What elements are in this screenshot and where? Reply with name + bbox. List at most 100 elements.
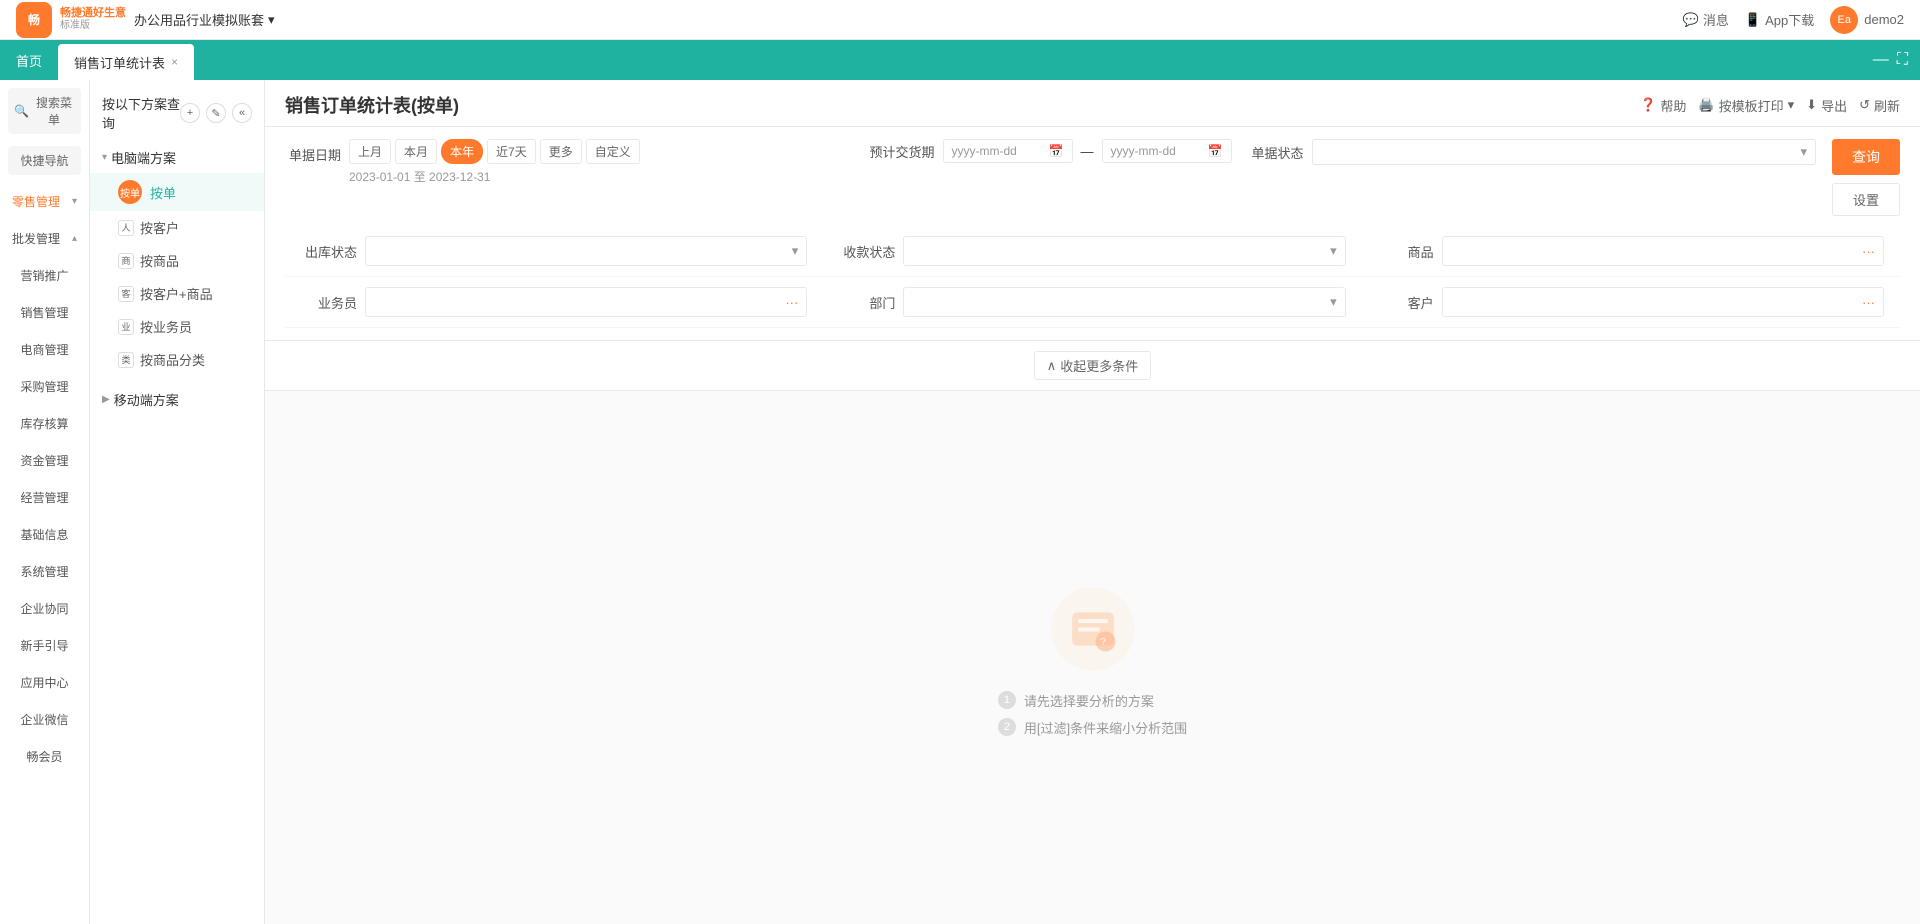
print-btn[interactable]: 🖨️ 按模板打印 ▾ <box>1698 96 1794 115</box>
pc-scheme-section: ▾ 电脑端方案 按单 按单 人 按客户 商 按商品 客 按客户+商品 <box>90 138 264 380</box>
delivery-label: 出库状态 <box>301 242 357 261</box>
pc-section-header[interactable]: ▾ 电脑端方案 <box>90 142 264 173</box>
empty-state: ? 1 请先选择要分析的方案 2 用[过滤]条件来缩小分析范围 <box>265 391 1920 924</box>
expected-date-end[interactable]: yyyy-mm-dd 📅 <box>1102 139 1232 163</box>
collapse-scheme-btn[interactable]: « <box>232 103 252 123</box>
customer-input[interactable]: ··· <box>1442 287 1884 317</box>
sidebar-inventory-label: 库存核算 <box>20 415 68 432</box>
sidebar-operations-label: 经营管理 <box>20 489 68 506</box>
goods-label: 商品 <box>1378 242 1434 261</box>
tab-bar: 首页 销售订单统计表 × — ⛶ <box>0 40 1920 80</box>
sidebar-item-inventory[interactable]: 库存核算 <box>0 405 89 442</box>
message-btn[interactable]: 💬 消息 <box>1683 10 1729 29</box>
app-download-btn[interactable]: 📱 App下载 <box>1745 10 1814 29</box>
scheme-item-by-goods[interactable]: 商 按商品 <box>90 244 264 277</box>
scheme-item-by-customer-goods[interactable]: 客 按客户+商品 <box>90 277 264 310</box>
sidebar-item-retail[interactable]: 零售管理 ▾ <box>0 183 89 220</box>
tab-close-btn[interactable]: × <box>171 55 178 69</box>
search-menu-btn[interactable]: 🔍 搜索菜单 <box>8 88 81 134</box>
export-btn[interactable]: ⬇ 导出 <box>1806 96 1847 115</box>
user-name: demo2 <box>1864 12 1904 27</box>
sidebar-item-sales[interactable]: 销售管理 <box>0 294 89 331</box>
quick-nav-btn[interactable]: 快捷导航 <box>8 146 81 175</box>
chevron-down-icon: ▾ <box>792 243 799 259</box>
expand-icon: ▶ <box>102 394 110 405</box>
status-arrow-icon: ▾ <box>1800 144 1807 160</box>
edit-scheme-btn[interactable]: ✎ <box>206 103 226 123</box>
window-maximize-btn[interactable]: ⛶ <box>1897 51 1908 69</box>
tab-home[interactable]: 首页 <box>0 40 58 80</box>
window-minimize-btn[interactable]: — <box>1873 51 1889 69</box>
scheme-goods-icon: 商 <box>118 253 134 269</box>
date-custom-btn[interactable]: 自定义 <box>586 139 640 164</box>
date-this-year-btn[interactable]: 本年 <box>441 139 483 164</box>
status-select[interactable]: ▾ <box>1312 139 1817 165</box>
help-btn[interactable]: ❓ 帮助 <box>1640 96 1686 115</box>
sidebar-item-system[interactable]: 系统管理 <box>0 553 89 590</box>
sidebar-item-cooperation[interactable]: 企业协同 <box>0 590 89 627</box>
app-subtitle: 标准版 <box>60 20 126 32</box>
date-last-month-btn[interactable]: 上月 <box>349 139 391 164</box>
sidebar: 🔍 搜索菜单 快捷导航 零售管理 ▾ 批发管理 ▴ 营销推广 销售管理 电商管理… <box>0 80 90 924</box>
sidebar-sales-label: 销售管理 <box>20 304 68 321</box>
download-icon: 📱 <box>1745 12 1761 28</box>
help-icon: ❓ <box>1640 97 1656 113</box>
customer-more-icon[interactable]: ··· <box>1862 295 1875 310</box>
sidebar-item-purchase[interactable]: 采购管理 <box>0 368 89 405</box>
sidebar-item-basic[interactable]: 基础信息 <box>0 516 89 553</box>
search-icon: 🔍 <box>14 104 29 118</box>
expected-date-start[interactable]: yyyy-mm-dd 📅 <box>943 139 1073 163</box>
mobile-section-header[interactable]: ▶ 移动端方案 <box>90 384 264 415</box>
filter-row-2: 出库状态 ▾ 收款状态 ▾ 商品 <box>285 226 1900 277</box>
sidebar-item-wholesale[interactable]: 批发管理 ▴ <box>0 220 89 257</box>
add-scheme-btn[interactable]: + <box>180 103 200 123</box>
user-profile[interactable]: Ea demo2 <box>1830 6 1904 34</box>
collapse-conditions-btn[interactable]: ∧ 收起更多条件 <box>1034 351 1152 380</box>
date-7days-btn[interactable]: 近7天 <box>487 139 536 164</box>
scheme-item-by-category[interactable]: 类 按商品分类 <box>90 343 264 376</box>
sidebar-item-ecommerce[interactable]: 电商管理 <box>0 331 89 368</box>
payment-select[interactable]: ▾ <box>903 236 1345 266</box>
empty-illustration: ? <box>1043 579 1143 679</box>
sidebar-guide-label: 新手引导 <box>20 637 68 654</box>
sidebar-quicknav-section: 快捷导航 <box>0 142 89 183</box>
app-logo: 畅 <box>16 2 52 38</box>
account-selector[interactable]: 办公用品行业模拟账套 ▾ <box>134 10 275 29</box>
sidebar-item-marketing[interactable]: 营销推广 <box>0 257 89 294</box>
top-bar: 畅 畅捷通好生意 标准版 办公用品行业模拟账套 ▾ 💬 消息 📱 App下载 E… <box>0 0 1920 40</box>
settings-btn[interactable]: 设置 <box>1832 183 1900 216</box>
sidebar-item-appcenter[interactable]: 应用中心 <box>0 664 89 701</box>
page-header: 销售订单统计表(按单) ❓ 帮助 🖨️ 按模板打印 ▾ ⬇ 导出 <box>265 80 1920 127</box>
print-arrow-icon: ▾ <box>1788 97 1795 113</box>
scheme-item-by-customer[interactable]: 人 按客户 <box>90 211 264 244</box>
salesperson-input[interactable]: ··· <box>365 287 807 317</box>
tab-sales-order[interactable]: 销售订单统计表 × <box>58 44 194 80</box>
date-more-btn[interactable]: 更多 <box>540 139 582 164</box>
sidebar-item-wechat[interactable]: 企业微信 <box>0 701 89 738</box>
salesperson-more-icon[interactable]: ··· <box>785 295 798 310</box>
goods-more-icon[interactable]: ··· <box>1862 244 1875 259</box>
sidebar-item-finance[interactable]: 资金管理 <box>0 442 89 479</box>
refresh-btn[interactable]: ↺ 刷新 <box>1859 96 1900 115</box>
sidebar-item-operations[interactable]: 经营管理 <box>0 479 89 516</box>
goods-input[interactable]: ··· <box>1442 236 1884 266</box>
goods-cell: 商品 ··· <box>1362 226 1900 277</box>
date-this-month-btn[interactable]: 本月 <box>395 139 437 164</box>
sidebar-search-section: 🔍 搜索菜单 <box>0 80 89 142</box>
sidebar-item-member[interactable]: 畅会员 <box>0 738 89 775</box>
status-label: 单据状态 <box>1248 143 1304 162</box>
hint-num-2: 2 <box>998 718 1016 736</box>
department-select[interactable]: ▾ <box>903 287 1345 317</box>
delivery-select[interactable]: ▾ <box>365 236 807 266</box>
scheme-item-by-order[interactable]: 按单 按单 <box>90 173 264 211</box>
app-name: 畅捷通好生意 <box>60 7 126 20</box>
sidebar-item-guide[interactable]: 新手引导 <box>0 627 89 664</box>
refresh-icon: ↺ <box>1859 97 1870 113</box>
help-label: 帮助 <box>1660 96 1686 115</box>
filter-area: 单据日期 上月 本月 本年 近7天 更多 自定义 2023-01-01 至 20… <box>265 127 1920 341</box>
scheme-item-label: 按业务员 <box>140 317 192 336</box>
query-btn[interactable]: 查询 <box>1832 139 1900 175</box>
calendar-icon: 📅 <box>1049 144 1064 158</box>
tab-bar-controls: — ⛶ <box>1873 51 1920 69</box>
scheme-item-by-salesperson[interactable]: 业 按业务员 <box>90 310 264 343</box>
